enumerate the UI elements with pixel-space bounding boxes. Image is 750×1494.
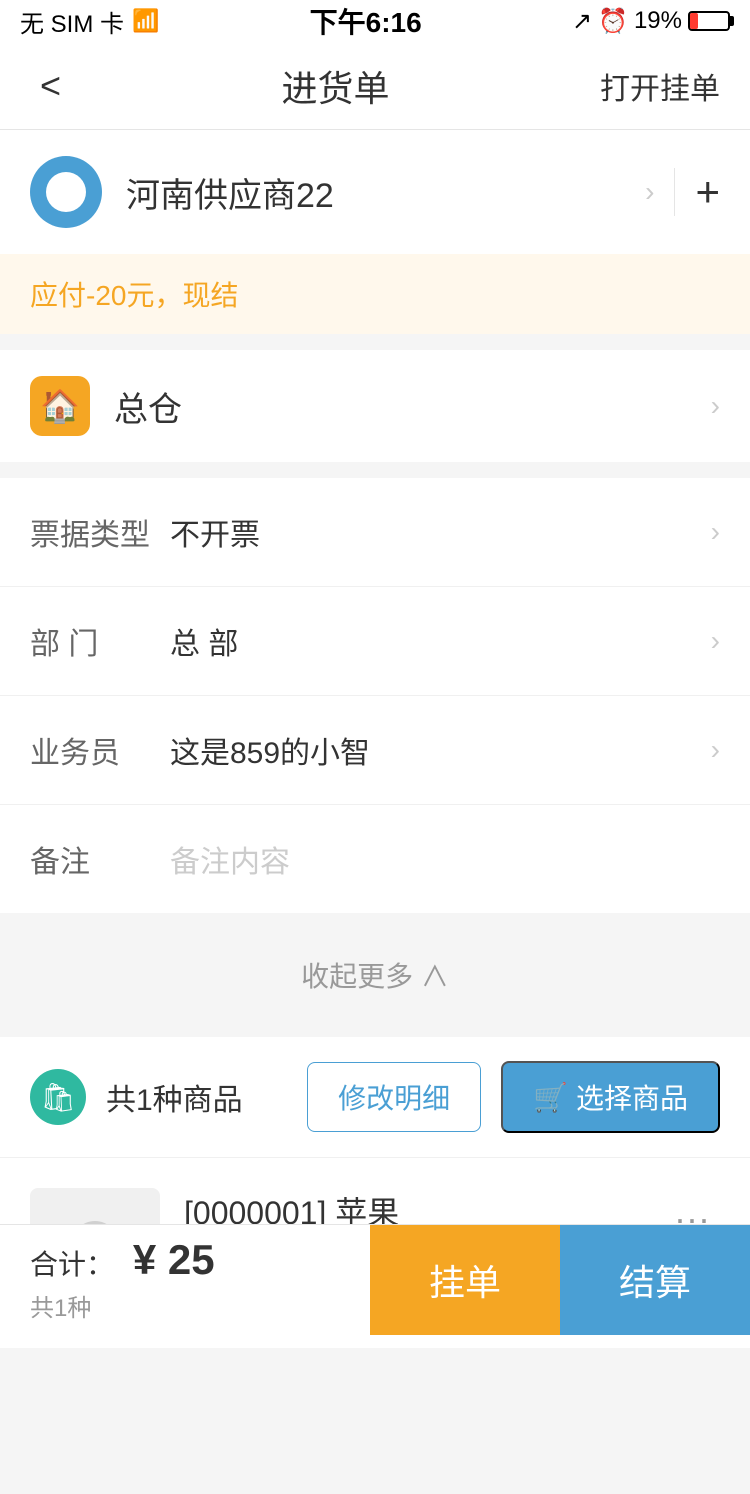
alarm-icon: ⏰ (598, 7, 628, 36)
supplier-arrow-icon: › (645, 176, 654, 208)
supplier-row[interactable]: 河南供应商22 › + (0, 130, 750, 254)
product-bag-icon: 🛍 (40, 1081, 76, 1114)
total-label: 合计： (30, 1249, 114, 1280)
total-section: 合计： ¥ 25 共1种 (0, 1236, 370, 1323)
warehouse-icon: 🏠 (30, 376, 90, 436)
invoice-type-arrow-icon: › (711, 516, 720, 548)
remark-row[interactable]: 备注 备注内容 (0, 805, 750, 913)
supplier-section: 河南供应商22 › + 应付-20元，现结 (0, 130, 750, 334)
pending-label: 挂单 (429, 1254, 501, 1306)
department-arrow-icon: › (711, 625, 720, 657)
wifi-icon: 📶 (132, 8, 159, 34)
avatar-icon (46, 172, 86, 212)
nav-bar: < 进货单 打开挂单 (0, 42, 750, 130)
select-product-icon: 🛒 (533, 1081, 568, 1114)
warehouse-row[interactable]: 🏠 总仓 › (0, 350, 750, 462)
department-row[interactable]: 部 门 总 部 › (0, 587, 750, 696)
department-label: 部 门 (30, 619, 150, 663)
salesperson-value: 这是859的小智 (150, 728, 711, 772)
warehouse-name: 总仓 (114, 382, 711, 431)
status-right: ↗ ⏰ 19% (572, 7, 730, 36)
product-header-icon: 🛍 (30, 1069, 86, 1125)
open-pending-button[interactable]: 打开挂单 (600, 64, 720, 108)
remark-placeholder: 备注内容 (150, 837, 720, 881)
warehouse-arrow-icon: › (711, 390, 720, 422)
page-title: 进货单 (282, 60, 390, 112)
modify-detail-button[interactable]: 修改明细 (307, 1062, 481, 1132)
invoice-type-row[interactable]: 票据类型 不开票 › (0, 478, 750, 587)
salesperson-label: 业务员 (30, 728, 150, 772)
form-section: 票据类型 不开票 › 部 门 总 部 › 业务员 这是859的小智 › 备注 备… (0, 478, 750, 913)
salesperson-arrow-icon: › (711, 734, 720, 766)
salesperson-row[interactable]: 业务员 这是859的小智 › (0, 696, 750, 805)
pending-button[interactable]: 挂单 (370, 1225, 560, 1335)
carrier-label: 无 SIM 卡 (20, 4, 124, 39)
remark-label: 备注 (30, 837, 150, 881)
checkout-label: 结算 (619, 1254, 691, 1306)
bottom-spacer (0, 1364, 750, 1494)
supplier-avatar (30, 156, 102, 228)
bottom-bar: 合计： ¥ 25 共1种 挂单 结算 (0, 1224, 750, 1334)
status-left: 无 SIM 卡 📶 (20, 4, 159, 39)
total-count: 共1种 (30, 1288, 340, 1323)
checkout-button[interactable]: 结算 (560, 1225, 750, 1335)
product-count-label: 共1种商品 (106, 1075, 287, 1119)
warehouse-section: 🏠 总仓 › (0, 350, 750, 462)
battery-percent: 19% (634, 7, 682, 35)
status-bar: 无 SIM 卡 📶 下午6:16 ↗ ⏰ 19% (0, 0, 750, 42)
invoice-type-value: 不开票 (150, 510, 711, 554)
invoice-type-label: 票据类型 (30, 510, 150, 554)
collapse-button[interactable]: 收起更多 ∧ (0, 929, 750, 1021)
add-supplier-button[interactable]: + (674, 168, 720, 216)
notice-banner: 应付-20元，现结 (0, 254, 750, 334)
department-value: 总 部 (150, 619, 711, 663)
back-button[interactable]: < (30, 55, 71, 117)
product-header: 🛍 共1种商品 修改明细 🛒 选择商品 (0, 1037, 750, 1158)
status-time: 下午6:16 (310, 1, 422, 41)
collapse-label: 收起更多 ∧ (301, 961, 449, 992)
total-amount: ¥ 25 (133, 1236, 215, 1283)
select-product-button[interactable]: 🛒 选择商品 (501, 1061, 720, 1133)
select-product-label: 选择商品 (576, 1077, 688, 1117)
divider-1 (0, 1021, 750, 1037)
supplier-name: 河南供应商22 (126, 168, 645, 217)
location-icon: ↗ (572, 7, 592, 36)
notice-text: 应付-20元，现结 (30, 280, 238, 311)
battery-icon (688, 11, 730, 31)
warehouse-building-icon: 🏠 (40, 387, 80, 425)
